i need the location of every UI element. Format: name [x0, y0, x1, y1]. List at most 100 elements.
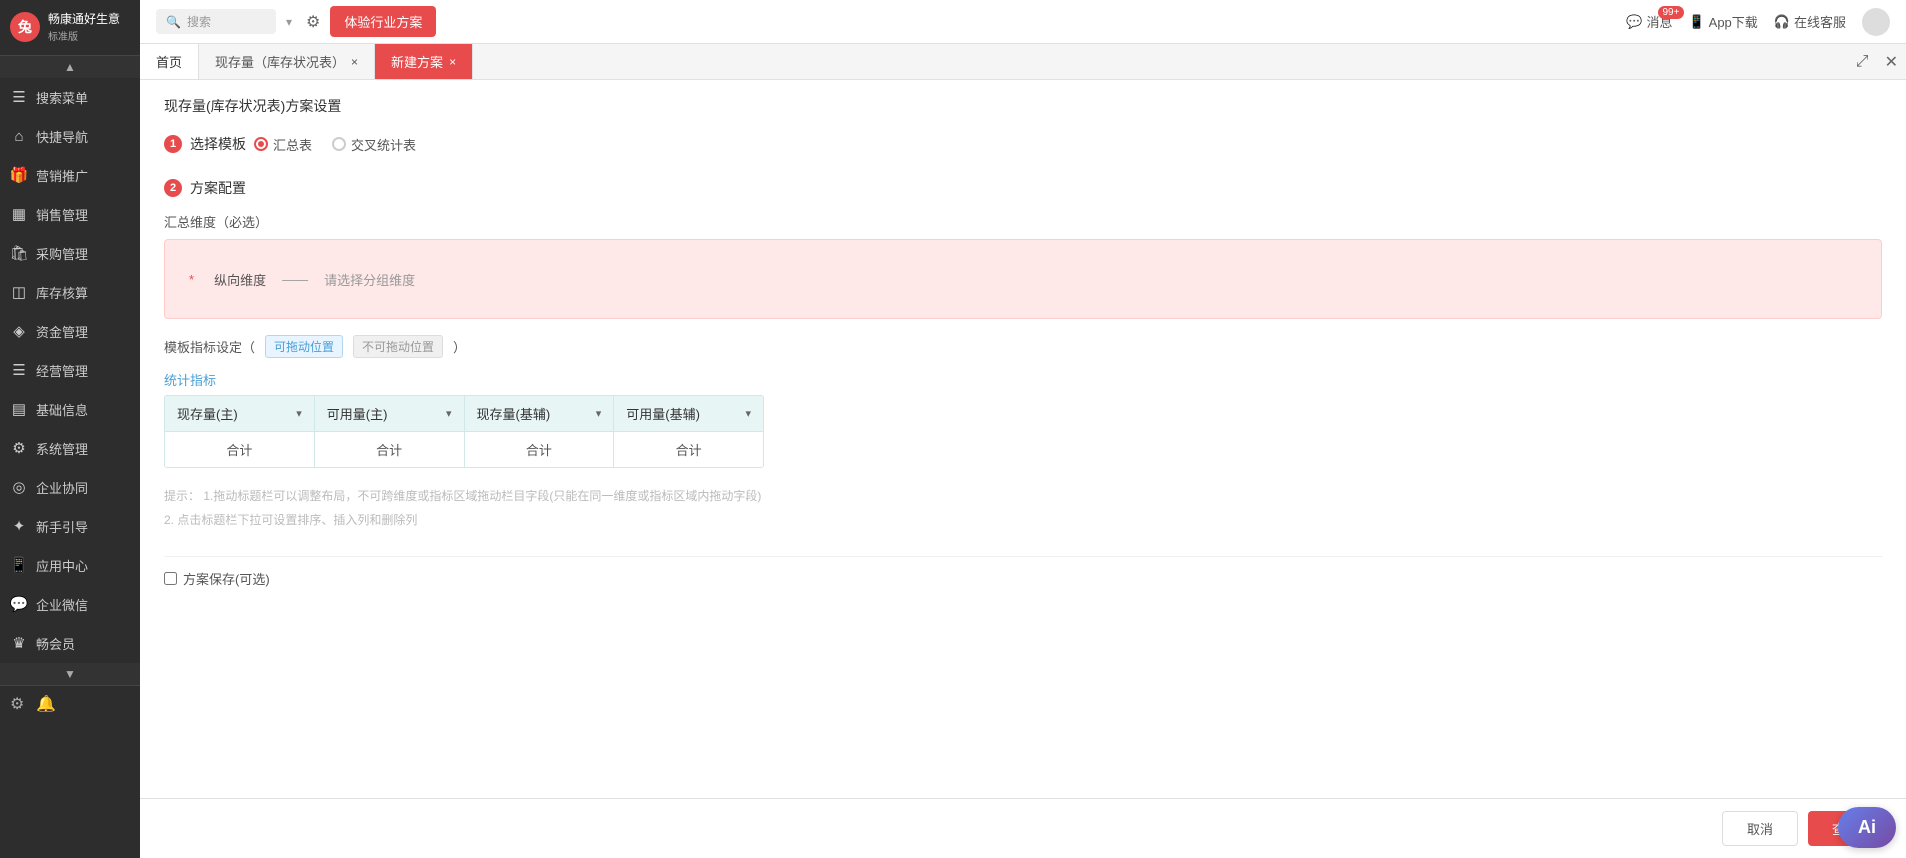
sidebar-item-system[interactable]: ⚙ 系统管理 — [0, 429, 140, 468]
topbar: 🔍 搜索 ▾ ⚙ 体验行业方案 💬 消息 99+ 📱 App下载 🎧 在线客服 — [140, 0, 1906, 44]
sidebar-item-enterprise[interactable]: ◎ 企业协同 — [0, 468, 140, 507]
tab-home[interactable]: 首页 — [140, 44, 199, 79]
sidebar-item-beginner[interactable]: ✦ 新手引导 — [0, 507, 140, 546]
phone-icon: 📱 — [1688, 14, 1704, 30]
stats-title: 统计指标 — [164, 370, 1882, 389]
radio-cross[interactable]: 交叉统计表 — [332, 135, 416, 154]
app-download-button[interactable]: 📱 App下载 — [1688, 12, 1757, 31]
sidebar-item-app-center[interactable]: 📱 应用中心 — [0, 546, 140, 585]
headset-icon: 🎧 — [1774, 14, 1790, 30]
stats-col-3[interactable]: 可用量(基辅) ▾ — [614, 396, 763, 431]
stats-data-row: 合计 合计 合计 合计 — [165, 431, 763, 467]
stats-col-1[interactable]: 可用量(主) ▾ — [315, 396, 465, 431]
save-checkbox[interactable] — [164, 572, 177, 585]
message-badge: 99+ — [1658, 6, 1685, 19]
service-label: 在线客服 — [1794, 12, 1846, 31]
stats-section: 统计指标 现存量(主) ▾ 可用量(主) ▾ 现存量(基辅) — [164, 370, 1882, 468]
radio-summary-label: 汇总表 — [273, 135, 312, 154]
sidebar-item-label: 销售管理 — [36, 205, 88, 224]
stats-cell-2: 合计 — [465, 431, 615, 467]
sidebar-item-label: 营销推广 — [36, 166, 88, 185]
sidebar-item-quick-nav[interactable]: ⌂ 快捷导航 — [0, 117, 140, 156]
stats-col-2-label: 现存量(基辅) — [477, 404, 551, 423]
sidebar-item-purchase[interactable]: 🛍 采购管理 — [0, 234, 140, 273]
tab-new-scheme-label: 新建方案 — [391, 52, 443, 71]
sidebar: 兔 畅康通好生意 标准版 ▲ ☰ 搜索菜单 ⌂ 快捷导航 🎁 营销推广 ▦ 销售… — [0, 0, 140, 858]
radio-summary-circle[interactable] — [254, 137, 268, 151]
sidebar-scroll-down[interactable]: ▼ — [0, 663, 140, 685]
step2-header: 2 方案配置 — [164, 178, 1882, 198]
settings-icon[interactable]: ⚙ — [10, 694, 24, 714]
search-icon: 🔍 — [166, 15, 181, 29]
sidebar-item-label: 系统管理 — [36, 439, 88, 458]
template-radio-group: 汇总表 交叉统计表 — [254, 135, 416, 154]
chevron-down-icon-0[interactable]: ▾ — [296, 407, 302, 420]
chevron-down-icon[interactable]: ▾ — [286, 15, 292, 29]
step1-badge: 1 — [164, 135, 182, 153]
dimension-required: * — [189, 272, 194, 287]
sidebar-item-basic-info[interactable]: ▤ 基础信息 — [0, 390, 140, 429]
tip-1: 提示： 1.拖动标题栏可以调整布局，不可跨维度或指标区域拖动栏目字段(只能在同一… — [164, 484, 1882, 508]
cancel-button[interactable]: 取消 — [1722, 811, 1798, 846]
expand-icon[interactable]: ⤢ — [1848, 53, 1877, 71]
sound-icon[interactable]: 🔔 — [36, 694, 56, 714]
indicator-settings-suffix: ） — [453, 337, 466, 356]
topbar-settings-icon[interactable]: ⚙ — [306, 12, 320, 32]
stats-col-3-label: 可用量(基辅) — [626, 404, 700, 423]
purchase-icon: 🛍 — [10, 244, 28, 262]
user-avatar[interactable] — [1862, 8, 1890, 36]
sidebar-item-label: 资金管理 — [36, 322, 88, 341]
stats-col-0[interactable]: 现存量(主) ▾ — [165, 396, 315, 431]
sidebar-logo: 兔 畅康通好生意 标准版 — [0, 0, 140, 56]
stats-header-row: 现存量(主) ▾ 可用量(主) ▾ 现存量(基辅) ▾ 可用量(基辅) — [165, 396, 763, 431]
step2-section: 2 方案配置 汇总维度（必选） * 纵向维度 —— 请选择分组维度 模板指标设定… — [164, 178, 1882, 532]
close-tab-icon[interactable]: ✕ — [1877, 52, 1906, 72]
page-title: 现存量(库存状况表)方案设置 — [164, 96, 1882, 116]
bottom-bar: 取消 查询 — [140, 798, 1906, 858]
message-button[interactable]: 💬 消息 99+ — [1626, 12, 1672, 31]
trial-button[interactable]: 体验行业方案 — [330, 6, 436, 37]
chevron-down-icon-1[interactable]: ▾ — [446, 407, 452, 420]
search-placeholder: 搜索 — [187, 13, 211, 30]
sidebar-item-label: 企业协同 — [36, 478, 88, 497]
tab-inventory-close[interactable]: × — [351, 55, 358, 69]
stats-table: 现存量(主) ▾ 可用量(主) ▾ 现存量(基辅) ▾ 可用量(基辅) — [164, 395, 764, 468]
sidebar-item-inventory[interactable]: ◫ 库存核算 — [0, 273, 140, 312]
sidebar-item-member[interactable]: ♛ 畅会员 — [0, 624, 140, 663]
service-button[interactable]: 🎧 在线客服 — [1774, 12, 1846, 31]
dimension-placeholder[interactable]: 请选择分组维度 — [324, 270, 415, 289]
message-icon: 💬 — [1626, 14, 1642, 30]
sidebar-item-sales[interactable]: ▦ 销售管理 — [0, 195, 140, 234]
radio-summary[interactable]: 汇总表 — [254, 135, 312, 154]
sidebar-item-search-menu[interactable]: ☰ 搜索菜单 — [0, 78, 140, 117]
sidebar-item-finance[interactable]: ◈ 资金管理 — [0, 312, 140, 351]
stats-col-1-label: 可用量(主) — [327, 404, 388, 423]
sidebar-item-label: 应用中心 — [36, 556, 88, 575]
tab-new-scheme-close[interactable]: × — [449, 55, 456, 69]
sidebar-item-label: 新手引导 — [36, 517, 88, 536]
chevron-down-icon-3[interactable]: ▾ — [745, 407, 751, 420]
topbar-search[interactable]: 🔍 搜索 — [156, 9, 276, 34]
tab-home-label: 首页 — [156, 52, 182, 71]
logo-text: 畅康通好生意 标准版 — [48, 12, 120, 43]
step1-header: 1 选择模板 汇总表 交叉统计表 — [164, 134, 1882, 154]
tab-new-scheme[interactable]: 新建方案 × — [375, 44, 473, 79]
business-icon: ☰ — [10, 361, 28, 379]
quick-nav-icon: ⌂ — [10, 127, 28, 145]
stats-col-2[interactable]: 现存量(基辅) ▾ — [465, 396, 615, 431]
sidebar-item-marketing[interactable]: 🎁 营销推广 — [0, 156, 140, 195]
sidebar-scroll-up[interactable]: ▲ — [0, 56, 140, 78]
tab-inventory[interactable]: 现存量（库存状况表） × — [199, 44, 375, 79]
member-icon: ♛ — [10, 634, 28, 652]
tabbar: 首页 现存量（库存状况表） × 新建方案 × ⤢ ✕ — [140, 44, 1906, 80]
tabbar-right: ⤢ ✕ — [1848, 44, 1906, 79]
chevron-down-icon-2[interactable]: ▾ — [596, 407, 602, 420]
ai-button[interactable]: Ai — [1838, 807, 1896, 848]
beginner-icon: ✦ — [10, 517, 28, 535]
sidebar-item-business[interactable]: ☰ 经营管理 — [0, 351, 140, 390]
topbar-right: 💬 消息 99+ 📱 App下载 🎧 在线客服 — [1626, 8, 1890, 36]
sidebar-item-wechat[interactable]: 💬 企业微信 — [0, 585, 140, 624]
dimension-box[interactable]: * 纵向维度 —— 请选择分组维度 — [164, 239, 1882, 319]
radio-cross-label: 交叉统计表 — [351, 135, 416, 154]
radio-cross-circle[interactable] — [332, 137, 346, 151]
